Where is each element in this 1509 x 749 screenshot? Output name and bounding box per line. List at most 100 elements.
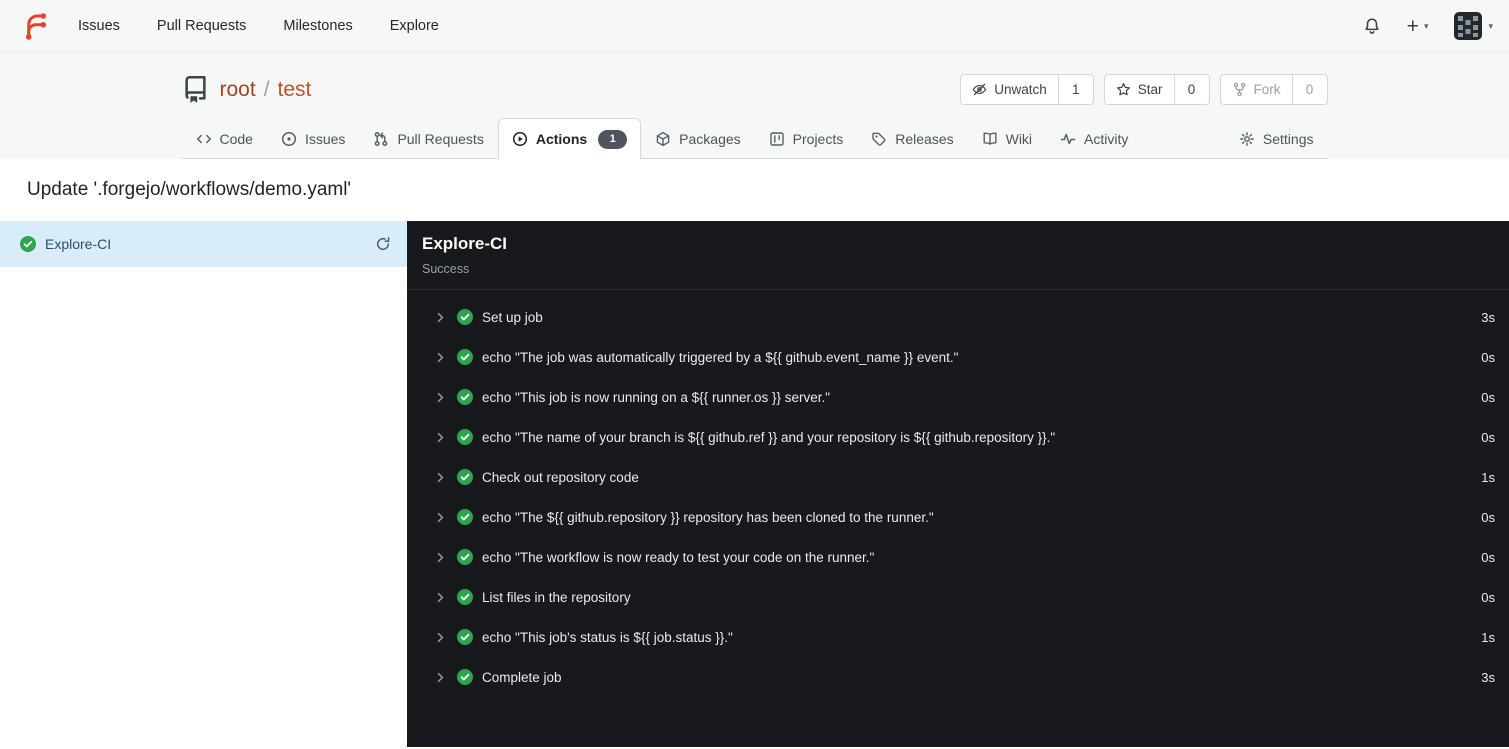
stars-count[interactable]: 0: [1173, 74, 1210, 105]
run-body: Explore-CI Explore-CI Success Set up job…: [0, 221, 1509, 747]
gear-icon: [1239, 131, 1255, 147]
repo-action-buttons: Unwatch 1 Star 0 Fork 0: [960, 74, 1328, 105]
repo-owner-link[interactable]: root: [220, 78, 256, 102]
chevron-right-icon: [434, 391, 447, 404]
step-duration: 1s: [1481, 469, 1495, 485]
navbar-links: Issues Pull Requests Milestones Explore: [78, 14, 439, 38]
git-pull-request-icon: [373, 131, 389, 147]
step-name: echo "The job was automatically triggere…: [482, 349, 959, 365]
job-name: Explore-CI: [45, 236, 112, 252]
tab-label: Projects: [792, 131, 844, 147]
tab-settings[interactable]: Settings: [1225, 118, 1328, 159]
tab-projects[interactable]: Projects: [755, 118, 858, 159]
tab-label: Activity: [1084, 131, 1129, 147]
step-name: Set up job: [482, 309, 543, 325]
tab-pull-requests[interactable]: Pull Requests: [359, 118, 497, 159]
unwatch-button-group: Unwatch 1: [960, 74, 1094, 105]
jobs-sidebar: Explore-CI: [0, 221, 407, 747]
actions-run-page: Update '.forgejo/workflows/demo.yaml' Ex…: [0, 159, 1509, 747]
play-circle-icon: [512, 131, 528, 147]
step-row-list-files[interactable]: List files in the repository 0s: [407, 577, 1509, 617]
job-log-panel: Explore-CI Success Set up job 3s echo "T…: [407, 221, 1509, 747]
step-row[interactable]: echo "The job was automatically triggere…: [407, 337, 1509, 377]
unwatch-label: Unwatch: [994, 82, 1047, 97]
tab-activity[interactable]: Activity: [1046, 118, 1142, 159]
pulse-icon: [1060, 131, 1076, 147]
tab-wiki[interactable]: Wiki: [968, 118, 1046, 159]
step-name: echo "This job's status is ${{ job.statu…: [482, 629, 733, 645]
package-cube-icon: [655, 131, 671, 147]
tab-label: Packages: [679, 131, 741, 147]
chevron-right-icon: [434, 671, 447, 684]
project-board-icon: [769, 131, 785, 147]
step-row[interactable]: echo "The name of your branch is ${{ git…: [407, 417, 1509, 457]
star-button[interactable]: Star: [1103, 74, 1175, 105]
rerun-job-icon[interactable]: [375, 236, 391, 252]
tab-releases[interactable]: Releases: [857, 118, 967, 159]
step-row-complete-job[interactable]: Complete job 3s: [407, 657, 1509, 697]
run-commit-title: Update '.forgejo/workflows/demo.yaml': [0, 159, 1509, 221]
nav-item-explore[interactable]: Explore: [390, 14, 439, 38]
step-row-set-up-job[interactable]: Set up job 3s: [407, 297, 1509, 337]
tab-label: Actions: [535, 131, 588, 147]
user-menu-button[interactable]: ▾: [1454, 12, 1493, 40]
nav-item-pull-requests[interactable]: Pull Requests: [157, 14, 246, 38]
step-duration: 0s: [1481, 509, 1495, 525]
step-row[interactable]: echo "The ${{ github.repository }} repos…: [407, 497, 1509, 537]
step-row[interactable]: echo "The workflow is now ready to test …: [407, 537, 1509, 577]
step-duration: 0s: [1481, 549, 1495, 565]
success-check-icon: [457, 469, 473, 485]
fork-button-group: Fork 0: [1219, 74, 1328, 105]
step-name: echo "The ${{ github.repository }} repos…: [482, 509, 934, 525]
step-row[interactable]: echo "This job is now running on a ${{ r…: [407, 377, 1509, 417]
forgejo-logo-icon: [26, 13, 46, 40]
repo-title-row: root / test Unwatch 1 Star 0 Fork 0: [182, 53, 1328, 118]
create-new-button[interactable]: + ▾: [1407, 16, 1429, 37]
chevron-right-icon: [434, 471, 447, 484]
repo-header: root / test Unwatch 1 Star 0 Fork 0 Code…: [0, 53, 1509, 159]
success-check-icon: [457, 509, 473, 525]
nav-item-issues[interactable]: Issues: [78, 14, 120, 38]
tab-packages[interactable]: Packages: [641, 118, 754, 159]
forks-count[interactable]: 0: [1291, 74, 1328, 105]
tab-code[interactable]: Code: [182, 118, 267, 159]
chevron-right-icon: [434, 511, 447, 524]
success-check-icon: [457, 629, 473, 645]
chevron-right-icon: [434, 431, 447, 444]
repo-tab-bar: Code Issues Pull Requests Actions 1 Pack…: [182, 118, 1328, 159]
tab-label: Settings: [1262, 131, 1314, 147]
git-fork-icon: [1232, 82, 1247, 97]
fork-button[interactable]: Fork: [1219, 74, 1293, 105]
step-duration: 3s: [1481, 309, 1495, 325]
repo-name-link[interactable]: test: [278, 78, 312, 102]
success-check-icon: [457, 549, 473, 565]
watchers-count[interactable]: 1: [1057, 74, 1094, 105]
tab-label: Wiki: [1005, 131, 1033, 147]
step-duration: 0s: [1481, 589, 1495, 605]
notifications-button[interactable]: [1363, 17, 1381, 35]
job-log-title: Explore-CI: [422, 234, 508, 253]
step-name: echo "This job is now running on a ${{ r…: [482, 389, 831, 405]
step-name: Check out repository code: [482, 469, 639, 485]
step-row[interactable]: echo "This job's status is ${{ job.statu…: [407, 617, 1509, 657]
step-row-checkout[interactable]: Check out repository code 1s: [407, 457, 1509, 497]
tab-label: Releases: [895, 131, 954, 147]
success-check-icon: [457, 669, 473, 685]
tab-actions[interactable]: Actions 1: [497, 118, 642, 159]
nav-item-milestones[interactable]: Milestones: [283, 14, 352, 38]
star-button-group: Star 0: [1103, 74, 1210, 105]
step-name: List files in the repository: [482, 589, 631, 605]
success-check-icon: [457, 589, 473, 605]
unwatch-button[interactable]: Unwatch: [960, 74, 1059, 105]
tab-label: Code: [219, 131, 253, 147]
step-duration: 1s: [1481, 629, 1495, 645]
job-item-explore-ci[interactable]: Explore-CI: [0, 221, 407, 267]
success-check-icon: [457, 429, 473, 445]
job-success-check-icon: [20, 236, 36, 252]
repo-icon: [182, 76, 209, 103]
tab-issues[interactable]: Issues: [267, 118, 359, 159]
forgejo-logo[interactable]: [20, 9, 52, 43]
chevron-right-icon: [434, 311, 447, 324]
step-duration: 0s: [1481, 349, 1495, 365]
avatar: [1454, 12, 1483, 40]
